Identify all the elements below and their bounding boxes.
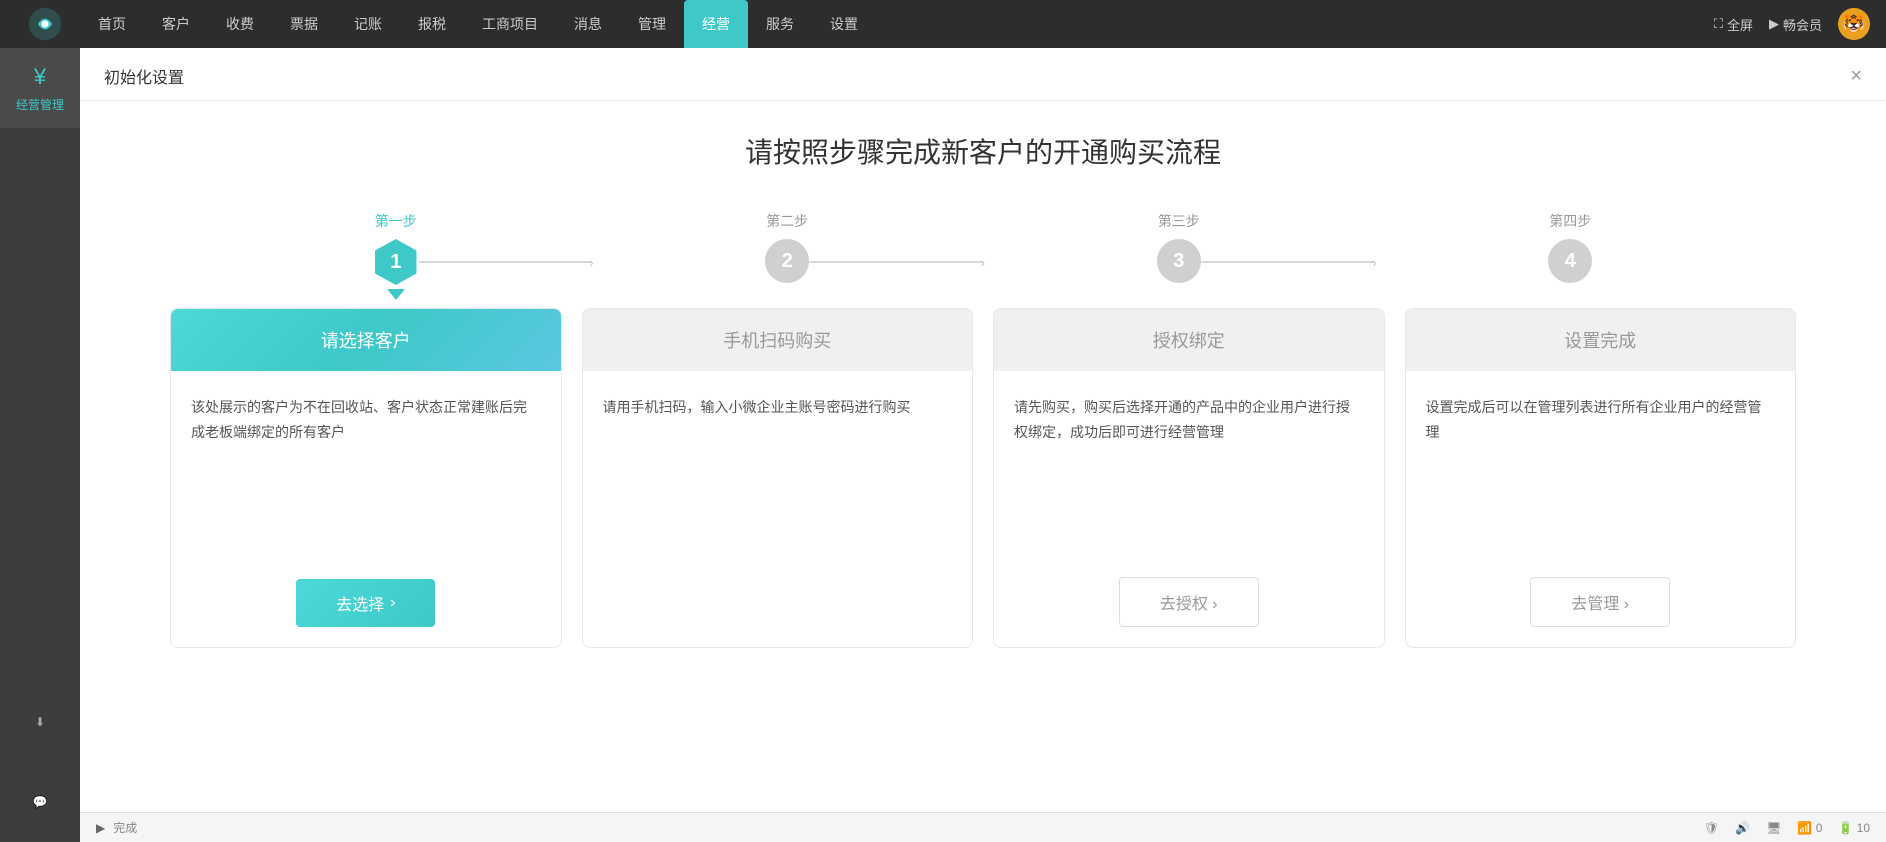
card-4-header: 设置完成 [1406, 309, 1796, 371]
step-3-label: 第三步 [1158, 211, 1200, 231]
status-right: 🛡 🔊 🖥 📶 0 🔋 10 [1704, 821, 1870, 835]
nav-fee[interactable]: 收费 [208, 0, 272, 48]
nav-operation[interactable]: 经营 [684, 0, 748, 48]
card-3-footer: 去授权 › [994, 557, 1384, 647]
step-3-indicator: 第三步 3 › [983, 211, 1375, 283]
step-card-1: 请选择客户 该处展示的客户为不在回收站、客户状态正常建账后完成老板端绑定的所有客… [170, 308, 562, 648]
go-manage-label: 去管理 › [1571, 590, 1629, 614]
step-4-indicator: 第四步 4 [1375, 211, 1767, 283]
nav-manage[interactable]: 管理 [620, 0, 684, 48]
top-nav: 首页 客户 收费 票据 记账 报税 工商项目 消息 管理 经营 服务 设置 ⛶ … [0, 0, 1886, 48]
fullscreen-icon: ⛶ [1714, 16, 1723, 32]
nav-bizproject[interactable]: 工商项目 [464, 0, 556, 48]
nav-service[interactable]: 服务 [748, 0, 812, 48]
step-1-circle-row: 1 › [200, 239, 592, 285]
sidebar-support[interactable]: 💬 [0, 762, 80, 842]
status-text: 完成 [113, 819, 137, 836]
step-1-pointer [387, 289, 405, 300]
card-4-footer: 去管理 › [1406, 557, 1796, 647]
step-4-label: 第四步 [1549, 211, 1591, 231]
support-icon: 💬 [33, 795, 48, 809]
nav-home[interactable]: 首页 [80, 0, 144, 48]
nav-tax[interactable]: 报税 [400, 0, 464, 48]
display-icon: 🖥 [1766, 821, 1781, 835]
nav-message[interactable]: 消息 [556, 0, 620, 48]
step-4-circle: 4 [1548, 239, 1592, 283]
svg-text:🐯: 🐯 [1843, 13, 1865, 34]
play-icon: ▶ [96, 821, 105, 835]
step-2-circle-row: 2 › [592, 239, 984, 283]
go-authorize-label: 去授权 › [1160, 590, 1218, 614]
page-header: 初始化设置 × [80, 48, 1886, 101]
step-3-circle-row: 3 › [983, 239, 1375, 283]
card-1-footer: 去选择 › [171, 559, 561, 647]
card-2-header: 手机扫码购买 [583, 309, 973, 371]
sidebar-download[interactable]: ⬇ [0, 682, 80, 762]
sidebar-item-operation[interactable]: ¥ 经营管理 [0, 48, 80, 128]
nav-accounting[interactable]: 记账 [336, 0, 400, 48]
download-icon: ⬇ [35, 715, 45, 729]
logo [10, 6, 80, 42]
go-select-button[interactable]: 去选择 › [296, 579, 435, 627]
nav-settings[interactable]: 设置 [812, 0, 876, 48]
card-1-header: 请选择客户 [171, 309, 561, 371]
nav-right: ⛶ 全屏 ▶ 畅会员 🐯 [1714, 8, 1886, 40]
wizard-container: 请按照步骤完成新客户的开通购买流程 第一步 1 › [80, 101, 1886, 812]
vip-icon: ▶ [1769, 16, 1779, 32]
step-card-3: 授权绑定 请先购买，购买后选择开通的产品中的企业用户进行授权绑定，成功后即可进行… [993, 308, 1385, 648]
avatar[interactable]: 🐯 [1838, 8, 1870, 40]
sidebar-bottom: ⬇ 💬 [0, 682, 80, 842]
main-content: 初始化设置 × 请按照步骤完成新客户的开通购买流程 第一步 1 › [80, 48, 1886, 842]
card-4-body: 设置完成后可以在管理列表进行所有企业用户的经营管理 [1406, 371, 1796, 557]
nav-customer[interactable]: 客户 [144, 0, 208, 48]
step-1-circle: 1 [373, 239, 419, 285]
nav-invoice[interactable]: 票据 [272, 0, 336, 48]
close-button[interactable]: × [1850, 66, 1862, 86]
step-2-label: 第二步 [766, 211, 808, 231]
shield-icon: 🛡 [1704, 821, 1719, 835]
step-4-circle-row: 4 [1375, 239, 1767, 283]
layout: ¥ 经营管理 ⬇ 💬 初始化设置 × 请按照步骤完成新客户的开通购买流程 [0, 48, 1886, 842]
go-select-label: 去选择 [336, 591, 384, 615]
nav-items: 首页 客户 收费 票据 记账 报税 工商项目 消息 管理 经营 服务 设置 [80, 0, 1714, 48]
volume-icon: 🔊 [1735, 821, 1750, 835]
fullscreen-btn[interactable]: ⛶ 全屏 [1714, 15, 1753, 34]
go-select-arrow: › [390, 594, 395, 612]
card-2-body: 请用手机扫码，输入小微企业主账号密码进行购买 [583, 371, 973, 607]
network-status: 📶 0 [1797, 821, 1822, 835]
card-2-footer [583, 607, 973, 647]
go-manage-button[interactable]: 去管理 › [1530, 577, 1670, 627]
step-1-line: › [419, 261, 592, 263]
status-left: ▶ 完成 [96, 819, 137, 836]
step-card-2: 手机扫码购买 请用手机扫码，输入小微企业主账号密码进行购买 [582, 308, 974, 648]
operation-icon: ¥ [34, 64, 46, 90]
card-3-header: 授权绑定 [994, 309, 1384, 371]
step-2-circle: 2 [765, 239, 809, 283]
page-title: 初始化设置 [104, 64, 184, 88]
steps-indicator: 第一步 1 › 第二步 2 [140, 211, 1826, 300]
step-3-line: › [1201, 261, 1375, 263]
go-authorize-button[interactable]: 去授权 › [1119, 577, 1259, 627]
battery-status: 🔋 10 [1838, 821, 1870, 835]
card-3-body: 请先购买，购买后选择开通的产品中的企业用户进行授权绑定，成功后即可进行经营管理 [994, 371, 1384, 557]
card-1-body: 该处展示的客户为不在回收站、客户状态正常建账后完成老板端绑定的所有客户 [171, 371, 561, 559]
step-1-indicator: 第一步 1 › [200, 211, 592, 300]
wizard-title: 请按照步骤完成新客户的开通购买流程 [140, 131, 1826, 171]
step-2-arrow: › [981, 257, 985, 269]
step-1-label: 第一步 [375, 211, 417, 231]
step-3-arrow: › [1373, 257, 1377, 269]
sidebar-item-label: 经营管理 [16, 96, 64, 113]
step-2-indicator: 第二步 2 › [592, 211, 984, 283]
cards-row: 请选择客户 该处展示的客户为不在回收站、客户状态正常建账后完成老板端绑定的所有客… [140, 308, 1826, 648]
step-3-circle: 3 [1157, 239, 1201, 283]
sidebar: ¥ 经营管理 ⬇ 💬 [0, 48, 80, 842]
step-1-arrow: › [590, 257, 594, 269]
step-2-line: › [809, 261, 983, 263]
step-card-4: 设置完成 设置完成后可以在管理列表进行所有企业用户的经营管理 去管理 › [1405, 308, 1797, 648]
status-bar: ▶ 完成 🛡 🔊 🖥 📶 0 🔋 10 [80, 812, 1886, 842]
vip-btn[interactable]: ▶ 畅会员 [1769, 15, 1822, 34]
